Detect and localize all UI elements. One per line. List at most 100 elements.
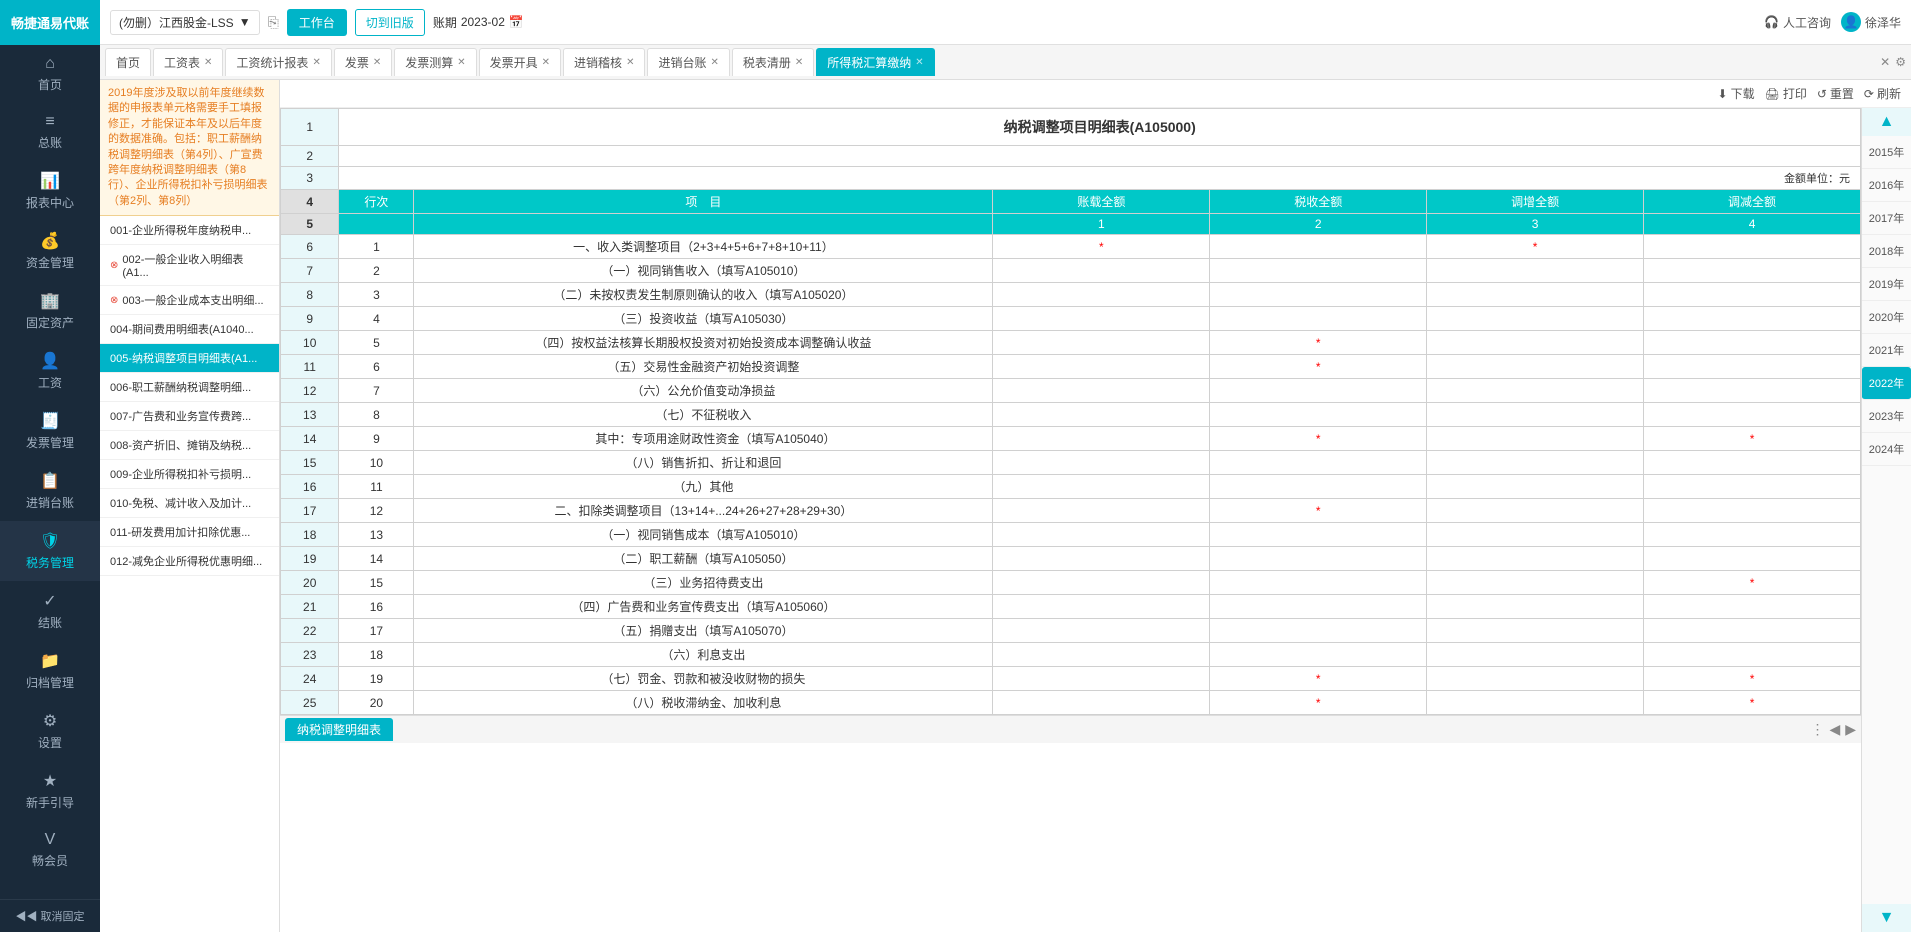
c3-cell[interactable] [1427, 547, 1644, 571]
item-cell[interactable]: （一）视同销售成本（填写A105010） [414, 523, 993, 547]
item-cell[interactable]: （四）按权益法核算长期股权投资对初始投资成本调整确认收益 [414, 331, 993, 355]
item-cell[interactable]: （七）罚金、罚款和被没收财物的损失 [414, 667, 993, 691]
c4-cell[interactable] [1644, 475, 1861, 499]
item-cell[interactable]: （二）职工薪酬（填写A105050） [414, 547, 993, 571]
c3-cell[interactable]: * [1427, 235, 1644, 259]
c1-cell[interactable] [993, 355, 1210, 379]
close-icon[interactable]: ✕ [710, 57, 718, 68]
item-cell[interactable]: （六）公允价值变动净损益 [414, 379, 993, 403]
item-cell[interactable]: （六）利息支出 [414, 643, 993, 667]
c2-cell[interactable] [1210, 523, 1427, 547]
user-menu[interactable]: 👤 徐泽华 [1841, 12, 1901, 32]
print-button[interactable]: 🖨 打印 [1765, 85, 1807, 102]
year-item[interactable]: 2016年 [1862, 169, 1911, 202]
list-item-001[interactable]: 001-企业所得税年度纳税申... [100, 216, 279, 245]
sidebar-item-ledger[interactable]: ≡ 总账 [0, 103, 100, 161]
c2-cell[interactable]: * [1210, 331, 1427, 355]
c1-cell[interactable] [993, 451, 1210, 475]
sidebar-item-tax[interactable]: 🛡 税务管理 [0, 521, 100, 581]
c3-cell[interactable] [1427, 475, 1644, 499]
c1-cell[interactable] [993, 643, 1210, 667]
tab-invoice-calc[interactable]: 发票测算 ✕ [394, 48, 476, 76]
list-item-006[interactable]: 006-职工薪酬纳税调整明细... [100, 373, 279, 402]
c4-cell[interactable]: * [1644, 427, 1861, 451]
c2-cell[interactable]: * [1210, 427, 1427, 451]
close-icon[interactable]: ✕ [795, 57, 803, 68]
c2-cell[interactable] [1210, 595, 1427, 619]
list-item-005[interactable]: 005-纳税调整项目明细表(A1... [100, 344, 279, 373]
close-all-icon[interactable]: ✕ [1880, 55, 1890, 69]
c3-cell[interactable] [1427, 355, 1644, 379]
tab-purchase-check[interactable]: 进销稽核 ✕ [563, 48, 645, 76]
scroll-left-icon[interactable]: ⋮ [1810, 721, 1824, 738]
year-item[interactable]: 2021年 [1862, 334, 1911, 367]
item-cell[interactable]: 一、收入类调整项目（2+3+4+5+6+7+8+10+11） [414, 235, 993, 259]
list-item-003[interactable]: ⊗ 003-一般企业成本支出明细... [100, 286, 279, 315]
item-cell[interactable]: 其中：专项用途财政性资金（填写A105040） [414, 427, 993, 451]
c2-cell[interactable]: * [1210, 667, 1427, 691]
c4-cell[interactable]: * [1644, 667, 1861, 691]
year-item[interactable]: 2017年 [1862, 202, 1911, 235]
close-icon[interactable]: ✕ [542, 57, 550, 68]
c2-cell[interactable] [1210, 283, 1427, 307]
c1-cell[interactable]: * [993, 235, 1210, 259]
copy-icon[interactable]: ⎘ [268, 14, 279, 31]
c3-cell[interactable] [1427, 379, 1644, 403]
close-icon[interactable]: ✕ [457, 57, 465, 68]
item-cell[interactable]: （三）投资收益（填写A105030） [414, 307, 993, 331]
c4-cell[interactable] [1644, 643, 1861, 667]
item-cell[interactable]: （九）其他 [414, 475, 993, 499]
refresh-button[interactable]: ⟳ 刷新 [1864, 85, 1901, 102]
c1-cell[interactable] [993, 499, 1210, 523]
sidebar-item-funds[interactable]: 💰 资金管理 [0, 221, 100, 281]
item-cell[interactable]: （八）税收滞纳金、加收利息 [414, 691, 993, 715]
c3-cell[interactable] [1427, 259, 1644, 283]
c4-cell[interactable] [1644, 331, 1861, 355]
c2-cell[interactable] [1210, 547, 1427, 571]
year-down-button[interactable]: ▼ [1862, 904, 1911, 932]
unpin-sidebar[interactable]: ◀◀ 取消固定 [0, 899, 100, 932]
sidebar-item-settings[interactable]: ⚙ 设置 [0, 701, 100, 761]
c4-cell[interactable] [1644, 355, 1861, 379]
calendar-icon[interactable]: 📅 [509, 15, 524, 29]
c3-cell[interactable] [1427, 595, 1644, 619]
item-cell[interactable]: （五）捐赠支出（填写A105070） [414, 619, 993, 643]
sidebar-item-archive[interactable]: 📁 归档管理 [0, 641, 100, 701]
tab-invoice-open[interactable]: 发票开具 ✕ [479, 48, 561, 76]
c1-cell[interactable] [993, 667, 1210, 691]
tab-invoice[interactable]: 发票 ✕ [334, 48, 392, 76]
year-up-button[interactable]: ▲ [1862, 108, 1911, 136]
c1-cell[interactable] [993, 571, 1210, 595]
list-item-012[interactable]: 012-减免企业所得税优惠明细... [100, 547, 279, 576]
c2-cell[interactable]: * [1210, 691, 1427, 715]
c4-cell[interactable]: * [1644, 691, 1861, 715]
c4-cell[interactable] [1644, 307, 1861, 331]
c3-cell[interactable] [1427, 307, 1644, 331]
c2-cell[interactable] [1210, 259, 1427, 283]
tab-income-tax[interactable]: 所得税汇算缴纳 ✕ [816, 48, 934, 76]
c3-cell[interactable] [1427, 691, 1644, 715]
sidebar-item-assets[interactable]: 🏢 固定资产 [0, 281, 100, 341]
c2-cell[interactable] [1210, 403, 1427, 427]
list-item-008[interactable]: 008-资产折旧、摊销及纳税... [100, 431, 279, 460]
c1-cell[interactable] [993, 595, 1210, 619]
c2-cell[interactable] [1210, 619, 1427, 643]
close-icon[interactable]: ✕ [915, 57, 923, 68]
c1-cell[interactable] [993, 619, 1210, 643]
year-item[interactable]: 2022年 [1862, 367, 1911, 400]
c2-cell[interactable] [1210, 571, 1427, 595]
c3-cell[interactable] [1427, 403, 1644, 427]
sidebar-item-salary[interactable]: 👤 工资 [0, 341, 100, 401]
c3-cell[interactable] [1427, 451, 1644, 475]
c3-cell[interactable] [1427, 643, 1644, 667]
list-item-007[interactable]: 007-广告费和业务宣传费跨... [100, 402, 279, 431]
c4-cell[interactable] [1644, 451, 1861, 475]
close-icon[interactable]: ✕ [312, 57, 320, 68]
sidebar-item-vip[interactable]: V 畅会员 [0, 821, 100, 879]
list-item-010[interactable]: 010-免税、减计收入及加计... [100, 489, 279, 518]
c1-cell[interactable] [993, 379, 1210, 403]
sidebar-item-purchase[interactable]: 📋 进销台账 [0, 461, 100, 521]
year-item[interactable]: 2020年 [1862, 301, 1911, 334]
c1-cell[interactable] [993, 283, 1210, 307]
c2-cell[interactable] [1210, 475, 1427, 499]
